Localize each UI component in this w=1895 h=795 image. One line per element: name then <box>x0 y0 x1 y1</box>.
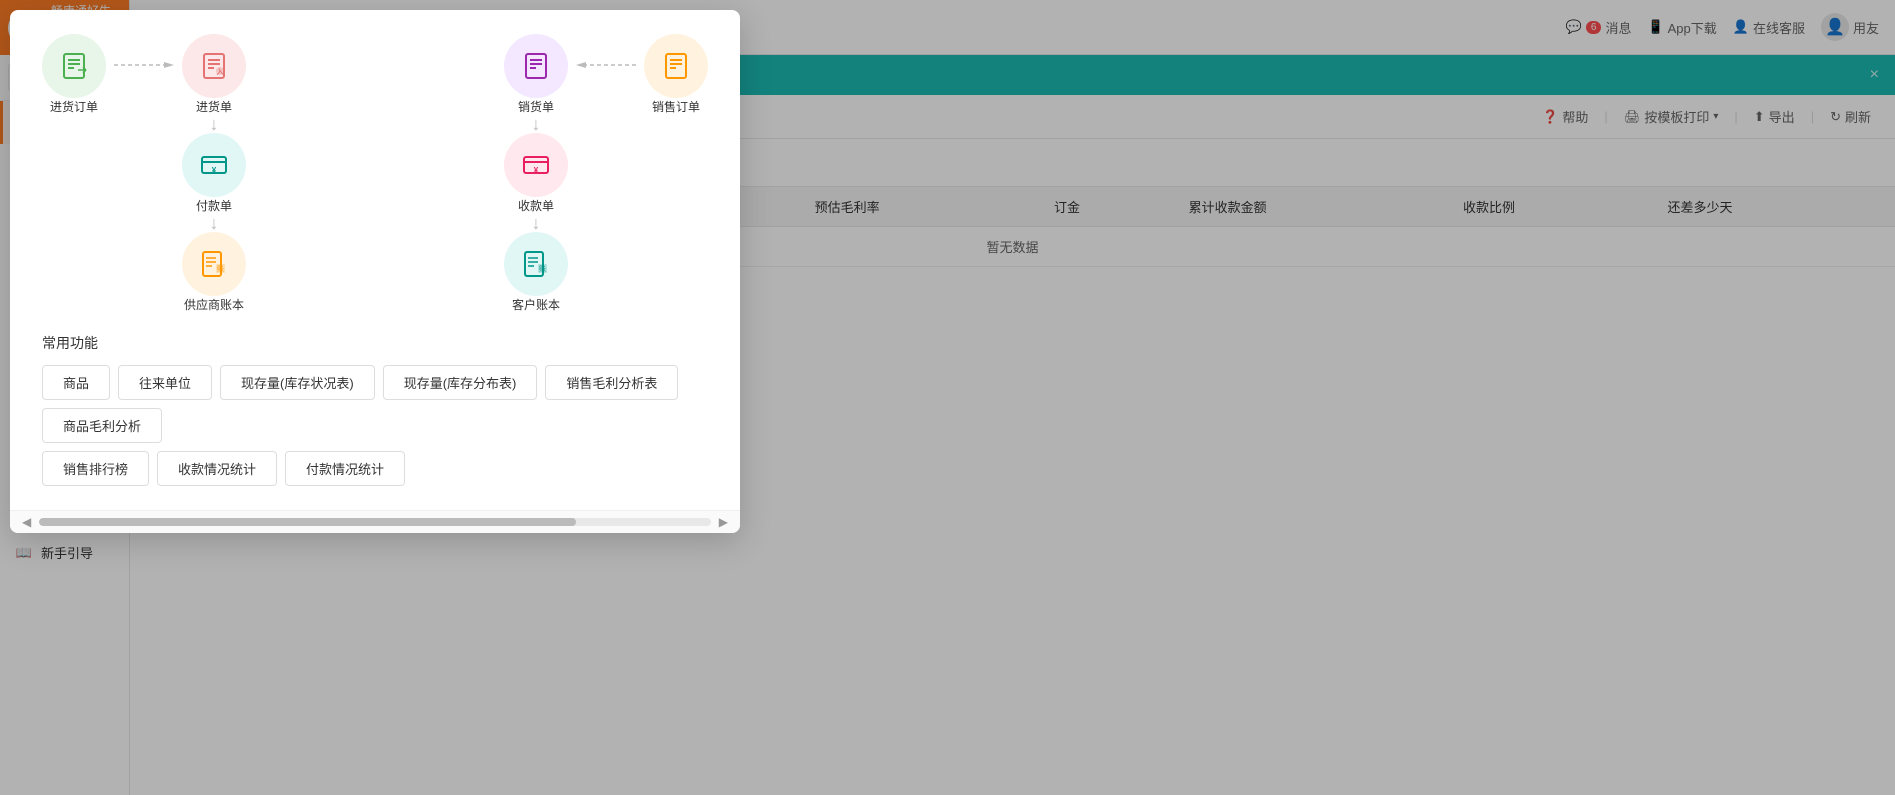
func-btn-stock-status[interactable]: 现存量(库存状况表) <box>220 365 375 400</box>
common-functions-section: 常用功能 商品 往来单位 现存量(库存状况表) 现存量(库存分布表) 销售毛利分… <box>130 333 708 486</box>
func-btn-partner[interactable]: 往来单位 <box>130 365 212 400</box>
svg-text:账: 账 <box>539 264 546 273</box>
func-btn-goods-profit[interactable]: 商品毛利分析 <box>130 408 162 443</box>
flow-receipt: ¥ 收款单 <box>504 133 568 214</box>
customer-account-circle[interactable]: 账 <box>504 232 568 296</box>
supplier-account-circle[interactable]: 账 <box>182 232 246 296</box>
purchase-bill-label: 进货单 <box>196 98 232 115</box>
customer-account-label: 客户账本 <box>512 296 560 313</box>
flow-sale-order: 销售订单 <box>644 95 708 115</box>
scroll-right-btn[interactable]: ▶ <box>715 515 732 529</box>
common-functions-title: 常用功能 <box>130 333 708 353</box>
flow-supplier-account: 账 供应商账本 <box>182 232 246 313</box>
function-buttons-group-2: 销售排行榜 收款情况统计 付款情况统计 <box>130 451 708 486</box>
payment-circle[interactable]: ¥ <box>182 133 246 197</box>
flow-purchase-bill: 入 进货单 <box>182 95 246 115</box>
function-buttons-group: 商品 往来单位 现存量(库存状况表) 现存量(库存分布表) 销售毛利分析表 商品… <box>130 365 708 443</box>
func-btn-sale-profit[interactable]: 销售毛利分析表 <box>545 365 678 400</box>
flow-sale-bill: 销货单 <box>504 95 568 115</box>
svg-text:¥: ¥ <box>534 166 539 175</box>
sale-order-label: 销售订单 <box>652 98 700 115</box>
scrollbar-thumb <box>130 518 576 526</box>
svg-text:账: 账 <box>217 264 224 273</box>
flow-popup: 进货订单 入 <box>130 95 740 533</box>
func-btn-payment-stat[interactable]: 付款情况统计 <box>285 451 405 486</box>
popup-scrollbar: ◀ ▶ <box>130 510 740 533</box>
payment-label: 付款单 <box>196 197 232 214</box>
flow-customer-account: 账 客户账本 <box>504 232 568 313</box>
scrollbar-track[interactable] <box>130 518 711 526</box>
sale-bill-label: 销货单 <box>518 98 554 115</box>
popup-overlay: 进货订单 入 <box>130 95 1895 795</box>
receipt-label: 收款单 <box>518 197 554 214</box>
supplier-account-label: 供应商账本 <box>184 296 244 313</box>
func-btn-receipt-stat[interactable]: 收款情况统计 <box>157 451 277 486</box>
content-main: ❓ 帮助 | 🖨 按模板打印 ▾ | ⬆ 导出 | ↻ 刷新 <box>130 95 1895 795</box>
svg-text:¥: ¥ <box>212 166 217 175</box>
func-btn-sale-rank[interactable]: 销售排行榜 <box>130 451 149 486</box>
receipt-circle[interactable]: ¥ <box>504 133 568 197</box>
func-btn-stock-dist[interactable]: 现存量(库存分布表) <box>383 365 538 400</box>
flow-payment: ¥ 付款单 <box>182 133 246 214</box>
main-area: 装备及固定资产辅助管理系统 ▾ ⚙ 体验行业方案 💬 6 消息 📱 App下载 <box>130 0 1895 795</box>
popup-inner: 进货订单 入 <box>130 95 740 510</box>
